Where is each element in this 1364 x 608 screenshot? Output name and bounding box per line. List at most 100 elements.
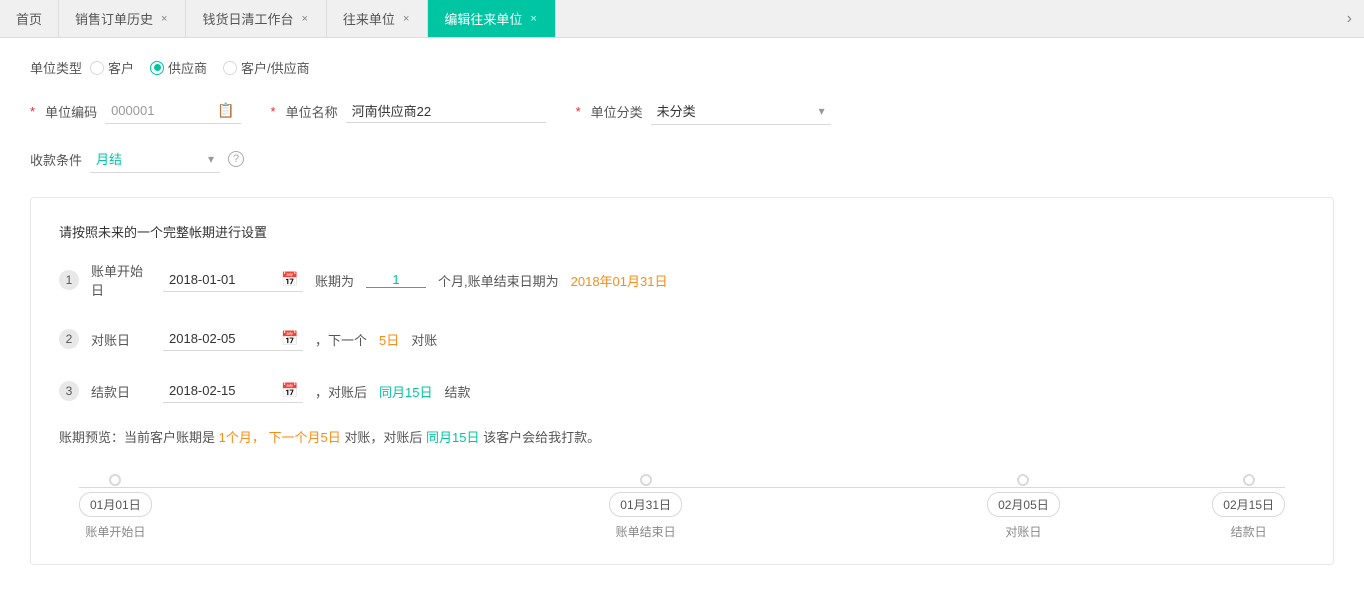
payment-date-input[interactable] — [169, 383, 269, 398]
unit-category-label: 单位分类 — [591, 102, 643, 121]
unit-code-group: * 单位编码 📋 — [30, 98, 241, 124]
radio-supplier-circle — [150, 61, 164, 75]
timeline: 01月01日 账单开始日 01月31日 账单结束日 02 — [59, 474, 1305, 540]
payment-condition-group: 收款条件 月结 ▾ ? — [30, 145, 244, 173]
timeline-label-1: 账单开始日 — [85, 523, 145, 540]
payment-calendar-icon[interactable]: 📅 — [281, 382, 298, 399]
payment-suffix-after: 结款 — [444, 382, 470, 401]
row-num-3: 3 — [59, 381, 79, 401]
code-name-category-row: * 单位编码 📋 * 单位名称 * 单位分类 未分类 ▾ — [30, 97, 1334, 125]
timeline-dot-2 — [640, 474, 652, 486]
tab-more-button[interactable]: › — [1335, 0, 1364, 37]
timeline-point-2: 01月31日 账单结束日 — [457, 474, 835, 540]
preview-period-orange: 1个月， — [219, 430, 265, 445]
payment-suffix-teal: 同月15日 — [379, 382, 432, 401]
timeline-badge-1: 01月01日 — [79, 492, 152, 517]
tab-edit-partner-label: 编辑往来单位 — [444, 9, 522, 28]
tab-home[interactable]: 首页 — [0, 0, 59, 37]
reconcile-row: 2 对账日 📅 ，下一个 5日 对账 — [59, 327, 1305, 351]
payment-condition-value: 月结 — [96, 149, 202, 168]
reconcile-calendar-icon[interactable]: 📅 — [281, 330, 298, 347]
period-mid-text: 账期为 — [315, 271, 354, 290]
radio-supplier[interactable]: 供应商 — [150, 58, 207, 77]
row-num-2: 2 — [59, 329, 79, 349]
timeline-badge-3: 02月05日 — [987, 492, 1060, 517]
row-num-1: 1 — [59, 270, 79, 290]
preview-payment-teal: 同月15日 — [426, 430, 479, 445]
preview-payment-suffix: 该客户会给我打款。 — [483, 430, 600, 445]
tab-edit-partner[interactable]: 编辑往来单位 × — [428, 0, 555, 37]
timeline-badge-2: 01月31日 — [609, 492, 682, 517]
reconcile-suffix-before: ，下一个 — [315, 330, 367, 349]
tab-edit-partner-close[interactable]: × — [528, 13, 538, 25]
bill-end-date: 2018年01月31日 — [571, 271, 668, 290]
timeline-point-1: 01月01日 账单开始日 — [79, 474, 457, 540]
unit-category-value: 未分类 — [657, 101, 813, 120]
timeline-point-4: 02月15日 结款日 — [1212, 474, 1285, 540]
unit-code-icon[interactable]: 📋 — [217, 102, 234, 119]
timeline-dot-4 — [1243, 474, 1255, 486]
payment-condition-select[interactable]: 月结 ▾ — [90, 145, 220, 173]
unit-type-label: 单位类型 — [30, 58, 82, 77]
reconcile-date-input[interactable] — [169, 331, 269, 346]
tab-cash-work-label: 钱货日清工作台 — [202, 9, 293, 28]
radio-both[interactable]: 客户/供应商 — [223, 58, 310, 77]
tab-cash-work[interactable]: 钱货日清工作台 × — [186, 0, 326, 37]
radio-customer[interactable]: 客户 — [90, 58, 134, 77]
radio-customer-label: 客户 — [108, 58, 134, 77]
tab-partner-close[interactable]: × — [401, 13, 411, 25]
preview-label: 账期预览：当前客户账期是 — [59, 430, 215, 445]
period-value-input[interactable] — [366, 272, 426, 288]
unit-name-group: * 单位名称 — [271, 99, 546, 123]
bill-start-date-input[interactable] — [169, 272, 269, 287]
radio-group: 客户 供应商 客户/供应商 — [90, 58, 310, 77]
settings-section: 请按照未来的一个完整帐期进行设置 1 账单开始日 📅 账期为 个月,账单结束日期… — [30, 197, 1334, 565]
preview-text: 账期预览：当前客户账期是 1个月， 下一个月5日 对账，对账后 同月15日 该客… — [59, 427, 1305, 446]
payment-help-icon[interactable]: ? — [228, 151, 244, 167]
radio-both-label: 客户/供应商 — [241, 58, 310, 77]
timeline-label-3: 对账日 — [1005, 523, 1041, 540]
payment-condition-row: 收款条件 月结 ▾ ? — [30, 145, 1334, 173]
unit-code-required: * — [30, 104, 35, 119]
payment-date-field[interactable]: 📅 — [163, 379, 303, 403]
reconcile-date-field[interactable]: 📅 — [163, 327, 303, 351]
radio-customer-circle — [90, 61, 104, 75]
payment-row: 3 结款日 📅 ，对账后 同月15日 结款 — [59, 379, 1305, 403]
preview-reconcile-orange: 下一个月5日 — [269, 430, 341, 445]
period-suffix: 个月,账单结束日期为 — [438, 271, 559, 290]
tab-partner[interactable]: 往来单位 × — [327, 0, 428, 37]
unit-name-input[interactable] — [346, 99, 546, 123]
section-instruction: 请按照未来的一个完整帐期进行设置 — [59, 222, 1305, 241]
tab-bar: 首页 销售订单历史 × 钱货日清工作台 × 往来单位 × 编辑往来单位 × › — [0, 0, 1364, 38]
tab-sales-history[interactable]: 销售订单历史 × — [59, 0, 186, 37]
unit-name-required: * — [271, 104, 276, 119]
timeline-label-4: 结款日 — [1231, 523, 1267, 540]
radio-supplier-label: 供应商 — [168, 58, 207, 77]
unit-code-input[interactable] — [111, 103, 211, 118]
unit-category-group: * 单位分类 未分类 ▾ — [576, 97, 831, 125]
tab-home-label: 首页 — [16, 9, 42, 28]
payment-condition-label: 收款条件 — [30, 150, 82, 169]
reconcile-suffix-after: 对账 — [411, 330, 437, 349]
timeline-dot-1 — [109, 474, 121, 486]
unit-category-select[interactable]: 未分类 ▾ — [651, 97, 831, 125]
bill-start-calendar-icon[interactable]: 📅 — [281, 271, 298, 288]
bill-start-label: 账单开始日 — [91, 261, 151, 299]
unit-name-label: 单位名称 — [286, 102, 338, 121]
unit-type-row: 单位类型 客户 供应商 客户/供应商 — [30, 58, 1334, 77]
unit-category-required: * — [576, 104, 581, 119]
tab-partner-label: 往来单位 — [343, 9, 395, 28]
radio-both-circle — [223, 61, 237, 75]
unit-code-field[interactable]: 📋 — [105, 98, 240, 124]
reconcile-suffix-orange: 5日 — [379, 330, 399, 349]
preview-reconcile-suffix: 对账，对账后 — [344, 430, 422, 445]
timeline-points: 01月01日 账单开始日 01月31日 账单结束日 02 — [79, 474, 1285, 540]
unit-category-chevron: ▾ — [819, 104, 825, 118]
tab-cash-work-close[interactable]: × — [299, 13, 309, 25]
bill-start-row: 1 账单开始日 📅 账期为 个月,账单结束日期为 2018年01月31日 — [59, 261, 1305, 299]
payment-condition-chevron: ▾ — [208, 152, 214, 166]
tab-sales-history-label: 销售订单历史 — [75, 9, 153, 28]
timeline-label-2: 账单结束日 — [616, 523, 676, 540]
tab-sales-history-close[interactable]: × — [159, 13, 169, 25]
bill-start-date-field[interactable]: 📅 — [163, 268, 303, 292]
